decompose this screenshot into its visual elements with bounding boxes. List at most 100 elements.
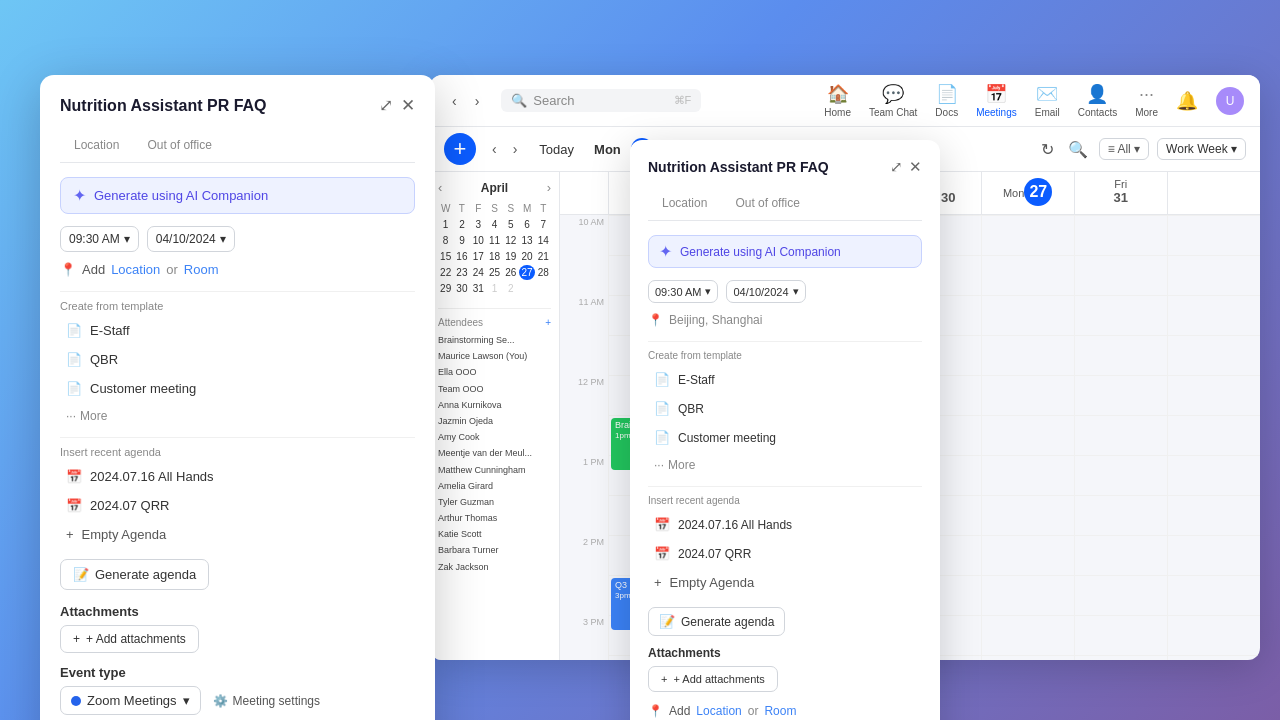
forward-btn[interactable]: ›	[469, 89, 486, 113]
cell[interactable]	[1074, 415, 1167, 455]
mini-day[interactable]: 1	[438, 217, 453, 232]
mini-day[interactable]: 15	[438, 249, 453, 264]
mid-expand-btn[interactable]: ⤢	[890, 158, 903, 176]
mini-day[interactable]: 6	[519, 217, 534, 232]
cell[interactable]	[981, 255, 1074, 295]
mini-day[interactable]: 28	[536, 265, 551, 280]
mid-template-qbr[interactable]: 📄 QBR	[648, 396, 922, 421]
cell[interactable]	[981, 655, 1074, 660]
add-event-btn[interactable]: +	[444, 133, 476, 165]
view-select[interactable]: Work Week ▾	[1157, 138, 1246, 160]
cell[interactable]	[1167, 335, 1260, 375]
tab-out-of-office[interactable]: Out of office	[133, 130, 225, 162]
mini-day[interactable]: 25	[487, 265, 502, 280]
mini-day[interactable]: 24	[471, 265, 486, 280]
cell[interactable]	[1074, 615, 1167, 655]
cell[interactable]	[981, 495, 1074, 535]
mid-date-picker[interactable]: 04/10/2024 ▾	[726, 280, 805, 303]
mid-location-link[interactable]: Location	[696, 704, 741, 718]
cell[interactable]	[981, 535, 1074, 575]
refresh-btn[interactable]: ↻	[1038, 137, 1057, 162]
mini-day[interactable]: 2	[503, 281, 518, 296]
template-qbr[interactable]: 📄 QBR	[60, 347, 415, 372]
cell[interactable]	[1167, 415, 1260, 455]
mini-day[interactable]: 11	[487, 233, 502, 248]
nav-email[interactable]: ✉️ Email	[1035, 83, 1060, 118]
mini-day[interactable]: 29	[438, 281, 453, 296]
mid-empty-agenda-btn[interactable]: + Empty Agenda	[648, 570, 922, 595]
cell[interactable]	[1074, 655, 1167, 660]
cell[interactable]	[1167, 215, 1260, 255]
empty-agenda-btn[interactable]: + Empty Agenda	[60, 522, 415, 547]
mid-close-btn[interactable]: ✕	[909, 158, 922, 176]
mini-day[interactable]: 26	[503, 265, 518, 280]
cell[interactable]	[1074, 575, 1167, 615]
mini-prev-btn[interactable]: ‹	[438, 180, 442, 195]
cell[interactable]	[1074, 455, 1167, 495]
cell[interactable]	[1074, 335, 1167, 375]
mini-day[interactable]: 20	[519, 249, 534, 264]
search-btn[interactable]: 🔍	[1065, 137, 1091, 162]
search-bar[interactable]: 🔍 Search ⌘F	[501, 89, 701, 112]
cell[interactable]	[981, 295, 1074, 335]
cell[interactable]	[981, 375, 1074, 415]
mini-day[interactable]: 9	[454, 233, 469, 248]
mini-day[interactable]: 19	[503, 249, 518, 264]
mid-template-customer[interactable]: 📄 Customer meeting	[648, 425, 922, 450]
mid-generate-btn[interactable]: 📝 Generate agenda	[648, 607, 785, 636]
mini-day[interactable]: 14	[536, 233, 551, 248]
cell[interactable]	[1074, 295, 1167, 335]
cell[interactable]	[1074, 215, 1167, 255]
cell[interactable]	[1167, 655, 1260, 660]
cell[interactable]	[1167, 535, 1260, 575]
room-link[interactable]: Room	[184, 262, 219, 277]
meeting-settings-btn[interactable]: ⚙️ Meeting settings	[213, 694, 320, 708]
mini-day[interactable]: 16	[454, 249, 469, 264]
mini-day[interactable]: 8	[438, 233, 453, 248]
cell[interactable]	[1074, 495, 1167, 535]
cell[interactable]	[1167, 455, 1260, 495]
nav-docs[interactable]: 📄 Docs	[935, 83, 958, 118]
user-avatar[interactable]: U	[1216, 87, 1244, 115]
cell[interactable]	[981, 215, 1074, 255]
back-btn[interactable]: ‹	[446, 89, 463, 113]
mini-day[interactable]: 13	[519, 233, 534, 248]
cell[interactable]	[1167, 295, 1260, 335]
recent-allhands[interactable]: 📅 2024.07.16 All Hands	[60, 464, 415, 489]
mid-recent-qrr[interactable]: 📅 2024.07 QRR	[648, 541, 922, 566]
mini-day[interactable]: 12	[503, 233, 518, 248]
cell[interactable]	[1167, 575, 1260, 615]
cell[interactable]	[1167, 495, 1260, 535]
template-customer-meeting[interactable]: 📄 Customer meeting	[60, 376, 415, 401]
cell[interactable]	[981, 615, 1074, 655]
mid-template-estaff[interactable]: 📄 E-Staff	[648, 367, 922, 392]
date-picker[interactable]: 04/10/2024 ▾	[147, 226, 235, 252]
recent-qrr[interactable]: 📅 2024.07 QRR	[60, 493, 415, 518]
mini-next-btn[interactable]: ›	[547, 180, 551, 195]
mini-day[interactable]: 5	[503, 217, 518, 232]
prev-week-btn[interactable]: ‹	[486, 137, 503, 161]
ai-companion-btn[interactable]: ✦ Generate using AI Companion	[60, 177, 415, 214]
mini-day[interactable]: 23	[454, 265, 469, 280]
mini-day[interactable]: 3	[471, 217, 486, 232]
cell[interactable]	[981, 455, 1074, 495]
cell[interactable]	[1167, 615, 1260, 655]
mini-day[interactable]: 21	[536, 249, 551, 264]
nav-contacts[interactable]: 👤 Contacts	[1078, 83, 1117, 118]
mini-day[interactable]: 30	[454, 281, 469, 296]
location-link[interactable]: Location	[111, 262, 160, 277]
nav-meetings[interactable]: 📅 Meetings	[976, 83, 1017, 118]
today-btn[interactable]: Today	[533, 138, 580, 161]
tab-location[interactable]: Location	[60, 130, 133, 162]
next-week-btn[interactable]: ›	[507, 137, 524, 161]
mid-tab-location[interactable]: Location	[648, 188, 721, 220]
event-type-dropdown[interactable]: Zoom Meetings ▾	[60, 686, 201, 715]
modal-expand-btn[interactable]: ⤢	[379, 95, 393, 116]
mini-day[interactable]: 7	[536, 217, 551, 232]
filter-btn[interactable]: ≡ All ▾	[1099, 138, 1149, 160]
mid-ai-companion-btn[interactable]: ✦ Generate using AI Companion	[648, 235, 922, 268]
mid-room-link[interactable]: Room	[764, 704, 796, 718]
mini-day[interactable]: 18	[487, 249, 502, 264]
mid-more-btn[interactable]: ··· More	[648, 454, 922, 476]
mini-day[interactable]: 17	[471, 249, 486, 264]
